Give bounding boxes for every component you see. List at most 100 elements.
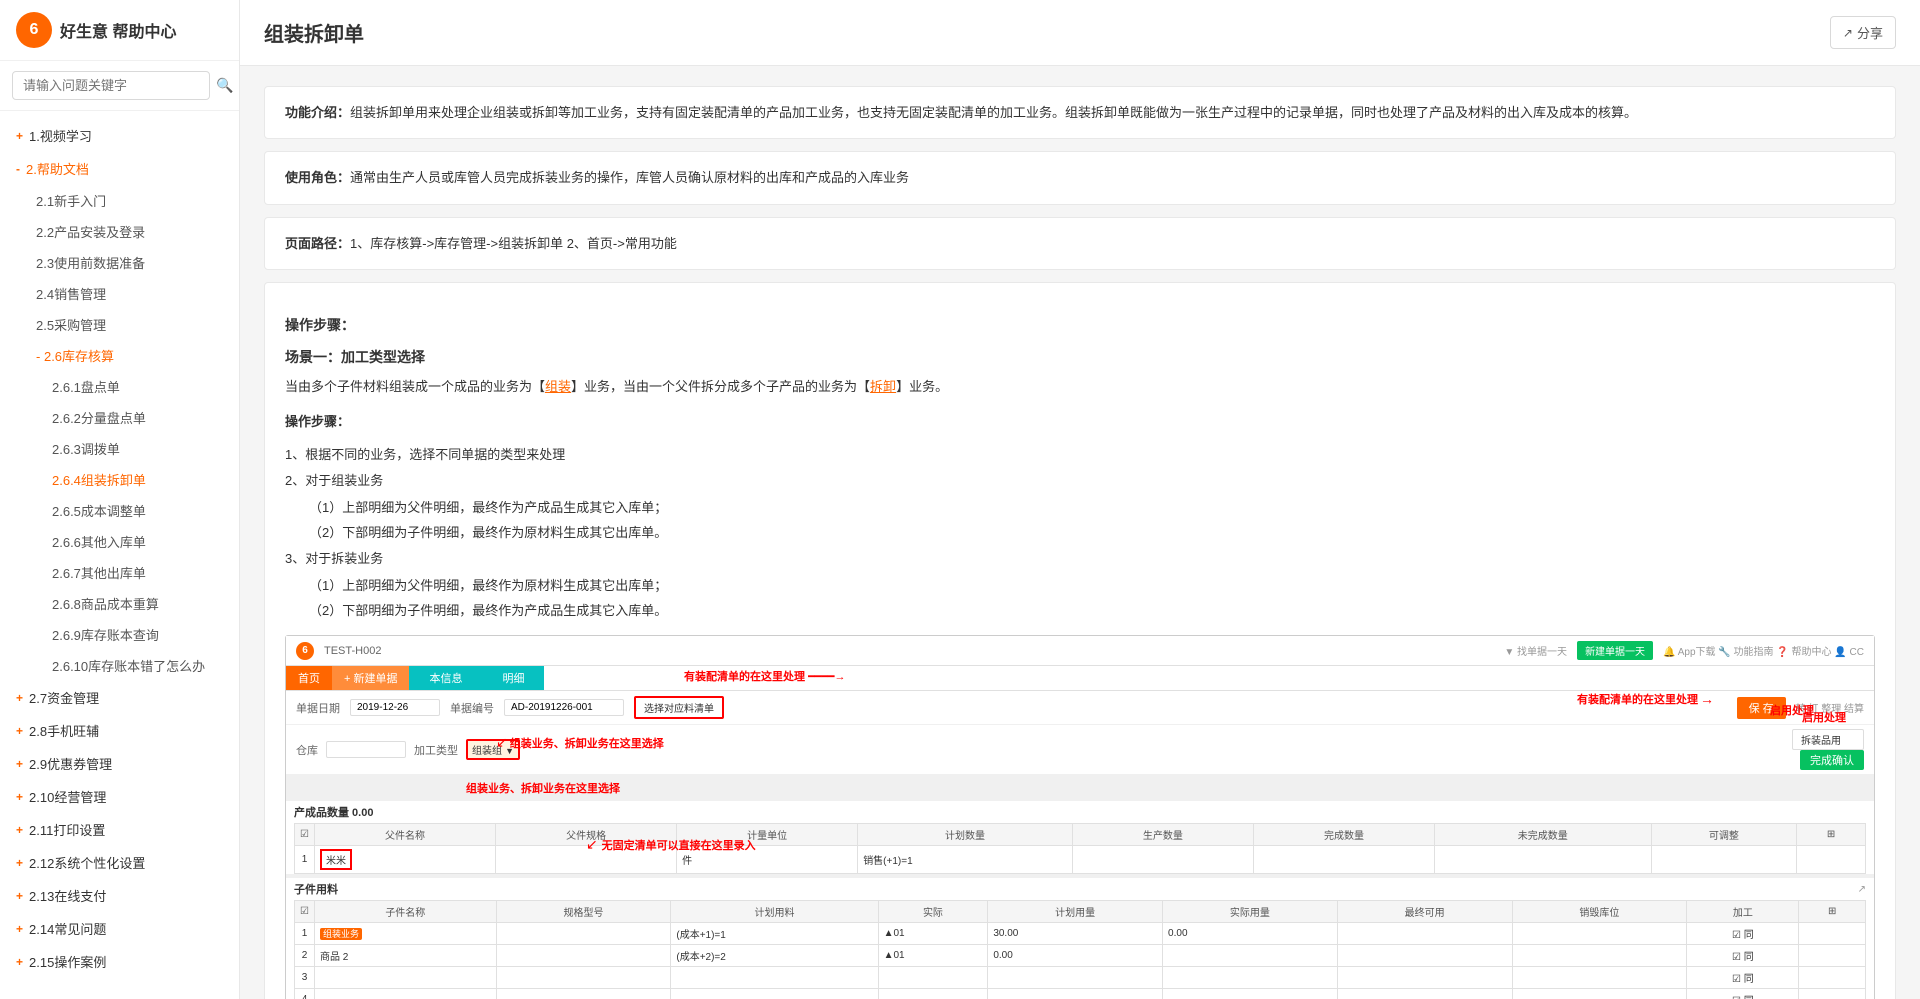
mock-subtable-row-4: 4 ☑ 同 [295,989,1866,999]
mock-expand-icon2: ⊞ [1799,901,1866,923]
sidebar-item-label: 2.8手机旺辅 [29,721,99,740]
sidebar-item-label: 2.7资金管理 [29,688,99,707]
operations-section: 操作步骤： 场景一：加工类型选择 当由多个子件材料组装成一个成品的业务为【组装】… [264,282,1896,999]
share-label: 分享 [1857,23,1883,42]
step3-sub2: （2）下部明细为子件明细，最终作为产成品生成其它入库单。 [309,599,1875,624]
sidebar-item-docs-29[interactable]: + 2.9优惠券管理 [0,747,239,780]
expand-icon: + [16,922,23,936]
share-button[interactable]: ↗ 分享 [1830,16,1896,49]
sidebar-item-label: 2.13在线支付 [29,886,106,905]
annotation1-overlay: 有装配清单的在这里处理 → [1577,691,1714,707]
mock-form-label-no: 单据编号 [450,700,494,716]
step2-sub1: （1）上部明细为父件明细，最终作为产成品生成其它入库单； [309,496,1875,521]
step3-sub1: （1）上部明细为父件明细，最终作为原材料生成其它出库单； [309,574,1875,599]
collapse-icon: - [16,162,20,176]
sidebar: 6 好生意 帮助中心 🔍 + 1.视频学习 - 2.帮助文档 2.1新手入门 2… [0,0,240,999]
mock-subtable-row-3: 3 ☑ 同 [295,967,1866,989]
expand-icon: + [16,856,23,870]
sidebar-item-docs[interactable]: - 2.帮助文档 [0,152,239,185]
mock-new-btn[interactable]: 新建单据一天 [1577,641,1653,660]
sidebar-item-docs-265[interactable]: 2.6.5成本调整单 [0,495,239,526]
sidebar-item-docs-24[interactable]: 2.4销售管理 [0,278,239,309]
annotation3-overlay: ↙ 无固定清单可以直接在这里录入 [586,836,756,853]
sidebar-item-docs-214[interactable]: + 2.14常见问题 [0,912,239,945]
mock-logo: 6 [296,642,314,660]
mock-titlebar: TEST-H002 [324,645,381,657]
mock-expand-icon: ⊞ [1797,824,1866,846]
sidebar-item-label: 2.帮助文档 [26,159,89,178]
share-icon: ↗ [1843,26,1853,40]
sidebar-header: 6 好生意 帮助中心 [0,0,239,61]
mock-confirm-btn[interactable]: 完成确认 [1800,750,1864,770]
step1: 1、根据不同的业务，选择不同单据的类型来处理 [285,443,1875,468]
sidebar-item-label: 2.9优惠券管理 [29,754,112,773]
sidebar-item-label: 2.12系统个性化设置 [29,853,145,872]
sidebar-item-docs-266[interactable]: 2.6.6其他入库单 [0,526,239,557]
sidebar-item-docs-267[interactable]: 2.6.7其他出库单 [0,557,239,588]
annotation2-label: 组装业务、拆卸业务在这里选择 [466,780,620,796]
search-box: 🔍 [0,61,239,111]
path-block: 页面路径：1、库存核算->库存管理->组装拆卸单 2、首页->常用功能 [264,217,1896,270]
sidebar-item-docs-27[interactable]: + 2.7资金管理 [0,681,239,714]
annotation2-overlay: ↙ 组装业务、拆卸业务在这里选择 [496,734,664,751]
mock-nav-new-order[interactable]: + 新建单据 [332,666,409,690]
sidebar-item-label: 1.视频学习 [29,126,92,145]
sidebar-item-docs-25[interactable]: 2.5采购管理 [0,309,239,340]
scene1-label: 场景一：加工类型选择 [285,347,1875,367]
sidebar-item-docs-269[interactable]: 2.6.9库存账本查询 [0,619,239,650]
mock-nav-home[interactable]: 首页 [286,666,332,690]
sidebar-item-docs-21[interactable]: 2.1新手入门 [0,185,239,216]
sidebar-item-docs-261[interactable]: 2.6.1盘点单 [0,371,239,402]
mock-warehouse-input[interactable] [326,741,406,758]
mock-warehouse-label: 仓库 [296,742,318,758]
mock-subtable-row-2: 2 商品 2 (成本+2)=2 ▲01 0.00 ☑ 同 [295,945,1866,967]
sidebar-item-docs-211[interactable]: + 2.11打印设置 [0,813,239,846]
nav-tree: + 1.视频学习 - 2.帮助文档 2.1新手入门 2.2产品安装及登录 2.3… [0,111,239,999]
expand-icon: + [16,823,23,837]
mock-nav-tab[interactable]: 本信息 [409,666,482,690]
sidebar-item-docs-2610[interactable]: 2.6.10库存账本错了怎么办 [0,650,239,681]
sidebar-item-docs-26[interactable]: - 2.6库存核算 [0,340,239,371]
mock-nav-detail[interactable]: 明细 [482,666,544,690]
logo-text: 好生意 帮助中心 [60,18,176,42]
sidebar-item-docs-212[interactable]: + 2.12系统个性化设置 [0,846,239,879]
search-button[interactable]: 🔍 [216,77,233,94]
sidebar-item-docs-28[interactable]: + 2.8手机旺辅 [0,714,239,747]
expand-icon: + [16,955,23,969]
annotation4-overlay: 启用处理 [1770,701,1814,718]
mock-type-select[interactable]: 选择对应料清单 [634,696,724,719]
mock-icons: 🔔 App下载 🔧 功能指南 ❓ 帮助中心 👤 CC [1663,643,1864,658]
steps-list: 1、根据不同的业务，选择不同单据的类型来处理 2、对于组装业务 （1）上部明细为… [285,443,1875,624]
mock-type-label: 加工类型 [414,742,458,758]
sidebar-item-docs-268[interactable]: 2.6.8商品成本重算 [0,588,239,619]
sidebar-item-docs-23[interactable]: 2.3使用前数据准备 [0,247,239,278]
mock-subtable-row-1: 1 组装业务 (成本+1)=1 ▲01 30.00 0.00 ☑ 同 [295,923,1866,945]
sidebar-item-docs-262[interactable]: 2.6.2分量盘点单 [0,402,239,433]
search-input[interactable] [12,71,210,100]
path-text: 页面路径：1、库存核算->库存管理->组装拆卸单 2、首页->常用功能 [285,232,1875,255]
sidebar-item-docs-213[interactable]: + 2.13在线支付 [0,879,239,912]
sidebar-item-docs-264[interactable]: 2.6.4组装拆卸单 [0,464,239,495]
content-area: 功能介绍：组装拆卸单用来处理企业组装或拆卸等加工业务，支持有固定装配清单的产品加… [240,66,1920,999]
expand-icon: + [16,129,23,143]
sidebar-item-videos[interactable]: + 1.视频学习 [0,119,239,152]
sidebar-item-docs-22[interactable]: 2.2产品安装及登录 [0,216,239,247]
sidebar-item-docs-215[interactable]: + 2.15操作案例 [0,945,239,978]
sidebar-item-docs-263[interactable]: 2.6.3调拨单 [0,433,239,464]
expand-icon: + [16,757,23,771]
logo-icon: 6 [16,12,52,48]
step2: 2、对于组装业务 [285,469,1875,494]
sidebar-item-docs-210[interactable]: + 2.10经营管理 [0,780,239,813]
mock-enable-area: 拆装品用 启用处理 完成确认 [1792,729,1864,770]
mock-warehouse-select[interactable]: 拆装品用 [1792,729,1864,750]
main-content: 组装拆卸单 ↗ 分享 功能介绍：组装拆卸单用来处理企业组装或拆卸等加工业务，支持… [240,0,1920,999]
role-text: 使用角色：通常由生产人员或库管人员完成拆装业务的操作，库管人员确认原材料的出库和… [285,166,1875,189]
page-title: 组装拆卸单 [264,18,364,47]
main-header: 组装拆卸单 ↗ 分享 [240,0,1920,66]
mock-date-input[interactable] [350,699,440,716]
mock-table-row-1: 1 米米 件 销售(+1)=1 [295,846,1866,874]
mock-no-input[interactable] [504,699,624,716]
sidebar-item-label: 2.15操作案例 [29,952,106,971]
role-block: 使用角色：通常由生产人员或库管人员完成拆装业务的操作，库管人员确认原材料的出库和… [264,151,1896,204]
sidebar-item-label: 2.14常见问题 [29,919,106,938]
